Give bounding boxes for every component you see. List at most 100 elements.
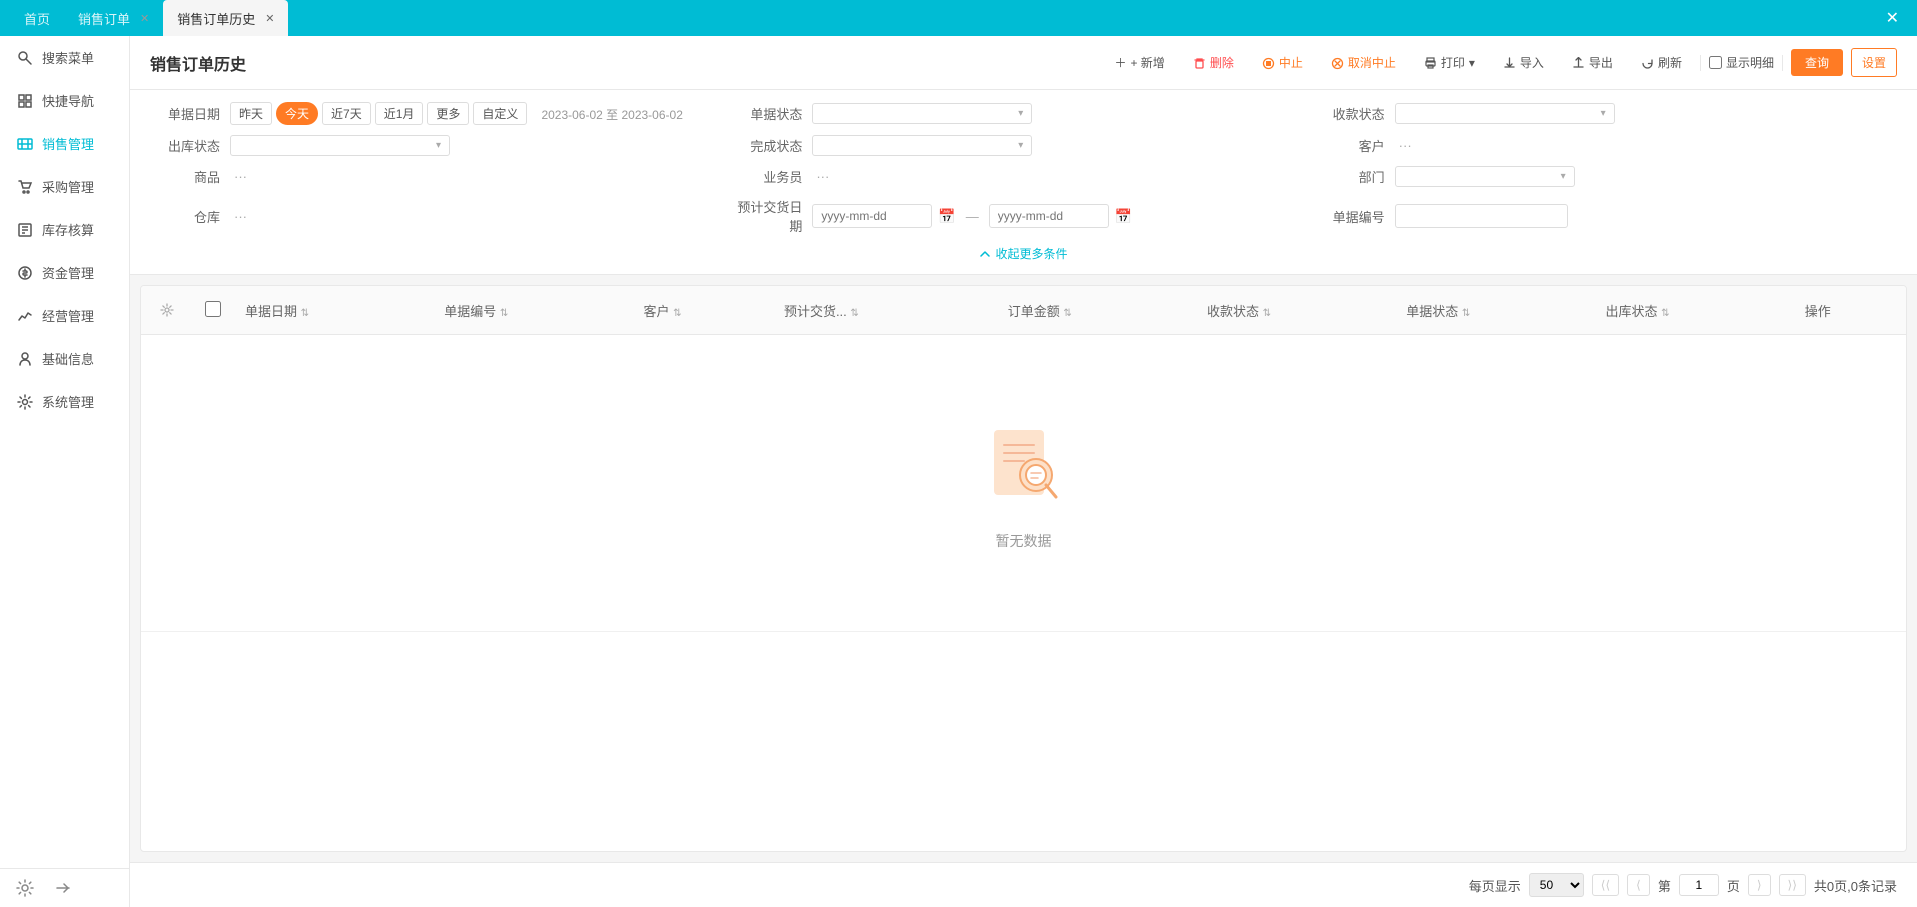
calendar-start-icon[interactable]: 📅 — [938, 208, 955, 225]
th-expected-delivery-label: 预计交货... — [784, 304, 847, 319]
date-btn-today[interactable]: 今天 — [276, 102, 318, 125]
next-page-btn[interactable]: ⟩ — [1748, 874, 1771, 896]
date-btn-more[interactable]: 更多 — [427, 102, 469, 125]
date-btn-7days[interactable]: 近7天 — [322, 102, 371, 125]
outbound-status-label: 出库状态 — [150, 136, 230, 155]
table-settings-btn[interactable] — [153, 296, 181, 324]
refresh-button[interactable]: 刷新 — [1631, 49, 1692, 76]
tab-sales-order[interactable]: 销售订单 ✕ — [64, 0, 163, 36]
print-dropdown-icon: ▾ — [1469, 56, 1475, 70]
page-header: 销售订单历史 ＋ + 新增 删除 — [130, 36, 1917, 90]
completion-status-select[interactable]: ▾ — [812, 135, 1032, 156]
export-icon — [1572, 55, 1585, 69]
table-header-row: 单据日期 ⇅ 单据编号 ⇅ 客户 ⇅ 预计交货... — [141, 286, 1906, 335]
expected-delivery-start[interactable] — [812, 204, 932, 228]
department-select[interactable]: ▾ — [1395, 166, 1575, 187]
tab-sales-order-close[interactable]: ✕ — [140, 12, 149, 25]
print-button[interactable]: 打印 ▾ — [1414, 49, 1485, 76]
settings-button[interactable]: 设置 — [1851, 48, 1897, 77]
sidebar-item-quick-nav-label: 快捷导航 — [42, 91, 94, 110]
stop-button[interactable]: 中止 — [1252, 49, 1313, 76]
th-expected-delivery: 预计交货... ⇅ — [772, 286, 996, 335]
export-button[interactable]: 导出 — [1562, 49, 1623, 76]
tab-home-label: 首页 — [24, 9, 50, 28]
query-button[interactable]: 查询 — [1791, 49, 1843, 76]
window-close-btn[interactable]: ✕ — [1878, 4, 1907, 32]
delete-label: 删除 — [1210, 54, 1234, 71]
last-page-btn[interactable]: ⟩⟩ — [1779, 874, 1806, 896]
sidebar-settings-icon[interactable] — [16, 879, 34, 897]
expected-delivery-control: 📅 — 📅 — [812, 204, 1314, 228]
sidebar-item-basic-info[interactable]: 基础信息 — [0, 337, 129, 380]
sidebar-item-system-mgmt-label: 系统管理 — [42, 392, 94, 411]
sidebar-item-operations-mgmt[interactable]: 经营管理 — [0, 294, 129, 337]
date-filter-control: 昨天 今天 近7天 近1月 更多 自定义 2023-06-02 至 2023-0… — [230, 102, 732, 125]
cancel-stop-icon — [1331, 55, 1344, 69]
sidebar-collapse-icon[interactable] — [54, 879, 72, 897]
tab-sales-order-history-close[interactable]: ✕ — [265, 12, 274, 25]
quick-nav-icon — [16, 92, 34, 110]
sort-order-number-icon[interactable]: ⇅ — [500, 308, 508, 319]
customer-label: 客户 — [1315, 136, 1395, 155]
salesperson-control: ··· — [812, 169, 1314, 184]
collapse-button[interactable]: 收起更多条件 — [150, 245, 1897, 262]
sidebar-item-sales-mgmt[interactable]: 销售管理 — [0, 122, 129, 165]
sidebar-item-purchase-mgmt[interactable]: 采购管理 — [0, 165, 129, 208]
sort-order-amount-icon[interactable]: ⇅ — [1063, 308, 1071, 319]
delete-button[interactable]: 删除 — [1183, 49, 1244, 76]
order-status-select[interactable]: ▾ — [812, 103, 1032, 124]
sidebar-item-quick-nav[interactable]: 快捷导航 — [0, 79, 129, 122]
sort-customer-icon[interactable]: ⇅ — [673, 308, 681, 319]
expected-delivery-end[interactable] — [989, 204, 1109, 228]
date-btn-custom[interactable]: 自定义 — [473, 102, 527, 125]
sidebar-item-search-menu[interactable]: 搜索菜单 — [0, 36, 129, 79]
order-status-control: ▾ — [812, 103, 1314, 124]
filter-area: 单据日期 昨天 今天 近7天 近1月 更多 自定义 2023-06-02 至 2… — [130, 90, 1917, 275]
export-label: 导出 — [1589, 54, 1613, 71]
sort-order-status-icon[interactable]: ⇅ — [1462, 308, 1470, 319]
calendar-end-icon[interactable]: 📅 — [1115, 208, 1132, 225]
import-button[interactable]: 导入 — [1493, 49, 1554, 76]
th-order-number-label: 单据编号 — [444, 304, 496, 319]
date-btn-yesterday[interactable]: 昨天 — [230, 102, 272, 125]
show-columns-checkbox[interactable]: 显示明细 — [1709, 54, 1774, 71]
search-menu-icon — [16, 49, 34, 67]
first-page-btn[interactable]: ⟨⟨ — [1592, 874, 1619, 896]
collapse-label: 收起更多条件 — [995, 245, 1067, 262]
settings-label: 设置 — [1862, 54, 1886, 71]
warehouse-ellipsis[interactable]: ··· — [230, 209, 251, 224]
tab-sales-order-history-label: 销售订单历史 — [177, 9, 255, 28]
cancel-stop-button[interactable]: 取消中止 — [1321, 49, 1406, 76]
page-input[interactable] — [1679, 874, 1719, 896]
outbound-status-arrow: ▾ — [436, 140, 441, 151]
sidebar-item-inventory-check[interactable]: 库存核算 — [0, 208, 129, 251]
prev-page-btn[interactable]: ⟨ — [1627, 874, 1650, 896]
sort-expected-delivery-icon[interactable]: ⇅ — [850, 308, 858, 319]
customer-ellipsis[interactable]: ··· — [1395, 138, 1416, 153]
completion-status-label: 完成状态 — [732, 136, 812, 155]
order-status-arrow: ▾ — [1018, 108, 1023, 119]
th-order-date-label: 单据日期 — [245, 304, 297, 319]
sidebar-item-fund-mgmt[interactable]: 资金管理 — [0, 251, 129, 294]
order-number-input[interactable] — [1395, 204, 1568, 228]
tab-sales-order-history[interactable]: 销售订单历史 ✕ — [163, 0, 288, 36]
outbound-status-select[interactable]: ▾ — [230, 135, 450, 156]
select-all-checkbox[interactable] — [205, 301, 221, 317]
add-button[interactable]: ＋ + 新增 — [1104, 49, 1174, 76]
order-number-control — [1395, 204, 1897, 228]
salesperson-ellipsis[interactable]: ··· — [812, 169, 833, 184]
page-size-select[interactable]: 10 20 50 100 — [1529, 873, 1584, 897]
product-ellipsis[interactable]: ··· — [230, 169, 251, 184]
sort-order-date-icon[interactable]: ⇅ — [301, 308, 309, 319]
sort-receipt-status-icon[interactable]: ⇅ — [1263, 308, 1271, 319]
receipt-status-select[interactable]: ▾ — [1395, 103, 1615, 124]
th-order-status-label: 单据状态 — [1406, 304, 1458, 319]
th-actions-label: 操作 — [1805, 304, 1831, 319]
sidebar-item-system-mgmt[interactable]: 系统管理 — [0, 380, 129, 423]
tab-home[interactable]: 首页 — [10, 0, 64, 36]
receipt-status-label: 收款状态 — [1315, 104, 1395, 123]
product-label: 商品 — [150, 167, 230, 186]
date-btn-1month[interactable]: 近1月 — [375, 102, 424, 125]
sort-outbound-status-icon[interactable]: ⇅ — [1661, 308, 1669, 319]
show-columns-input[interactable] — [1709, 56, 1722, 69]
